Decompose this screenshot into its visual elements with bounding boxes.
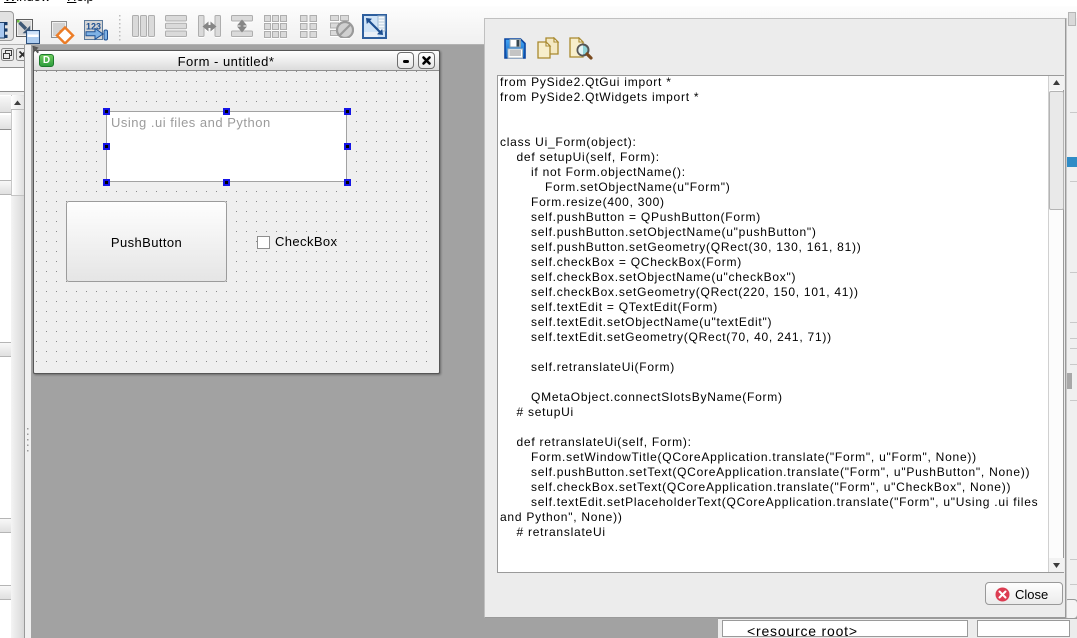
svg-text:123: 123 [86, 22, 101, 32]
